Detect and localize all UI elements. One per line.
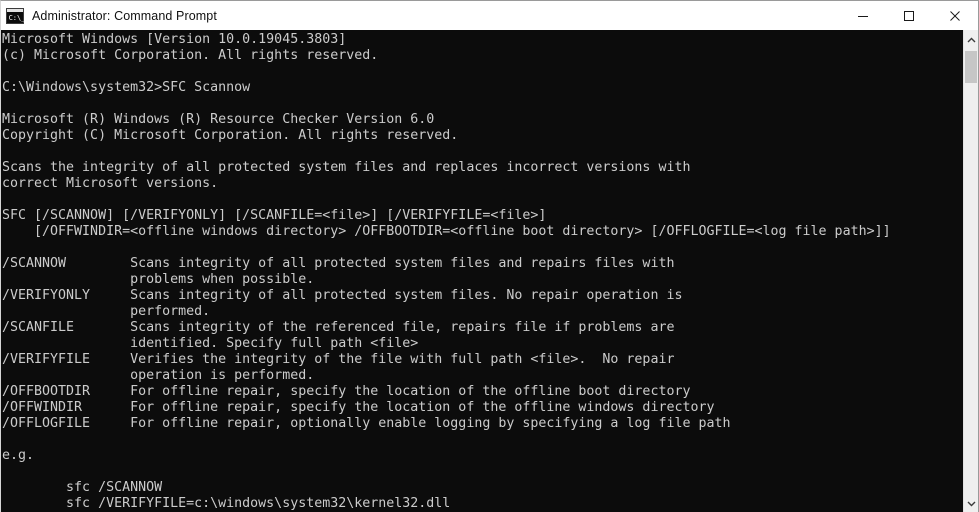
console-icon: C:\_ <box>6 8 24 24</box>
title-bar[interactable]: C:\_ Administrator: Command Prompt <box>1 1 978 30</box>
chevron-up-icon <box>967 37 976 43</box>
scrollbar-thumb[interactable] <box>965 51 977 83</box>
console-text: Microsoft Windows [Version 10.0.19045.38… <box>1 32 891 512</box>
svg-text:C:\_: C:\_ <box>9 14 24 22</box>
title-bar-left: C:\_ Administrator: Command Prompt <box>1 1 840 30</box>
window-controls <box>840 1 978 30</box>
scroll-down-button[interactable] <box>964 494 978 512</box>
window-title: Administrator: Command Prompt <box>32 9 217 23</box>
chevron-down-icon <box>967 501 976 507</box>
minimize-button[interactable] <box>840 1 886 30</box>
maximize-button[interactable] <box>886 1 932 30</box>
command-prompt-window: C:\_ Administrator: Command Prompt <box>0 0 979 512</box>
scroll-up-button[interactable] <box>964 30 978 49</box>
vertical-scrollbar[interactable] <box>963 30 978 512</box>
console-output-area[interactable]: Microsoft Windows [Version 10.0.19045.38… <box>1 30 963 512</box>
close-button[interactable] <box>932 1 978 30</box>
